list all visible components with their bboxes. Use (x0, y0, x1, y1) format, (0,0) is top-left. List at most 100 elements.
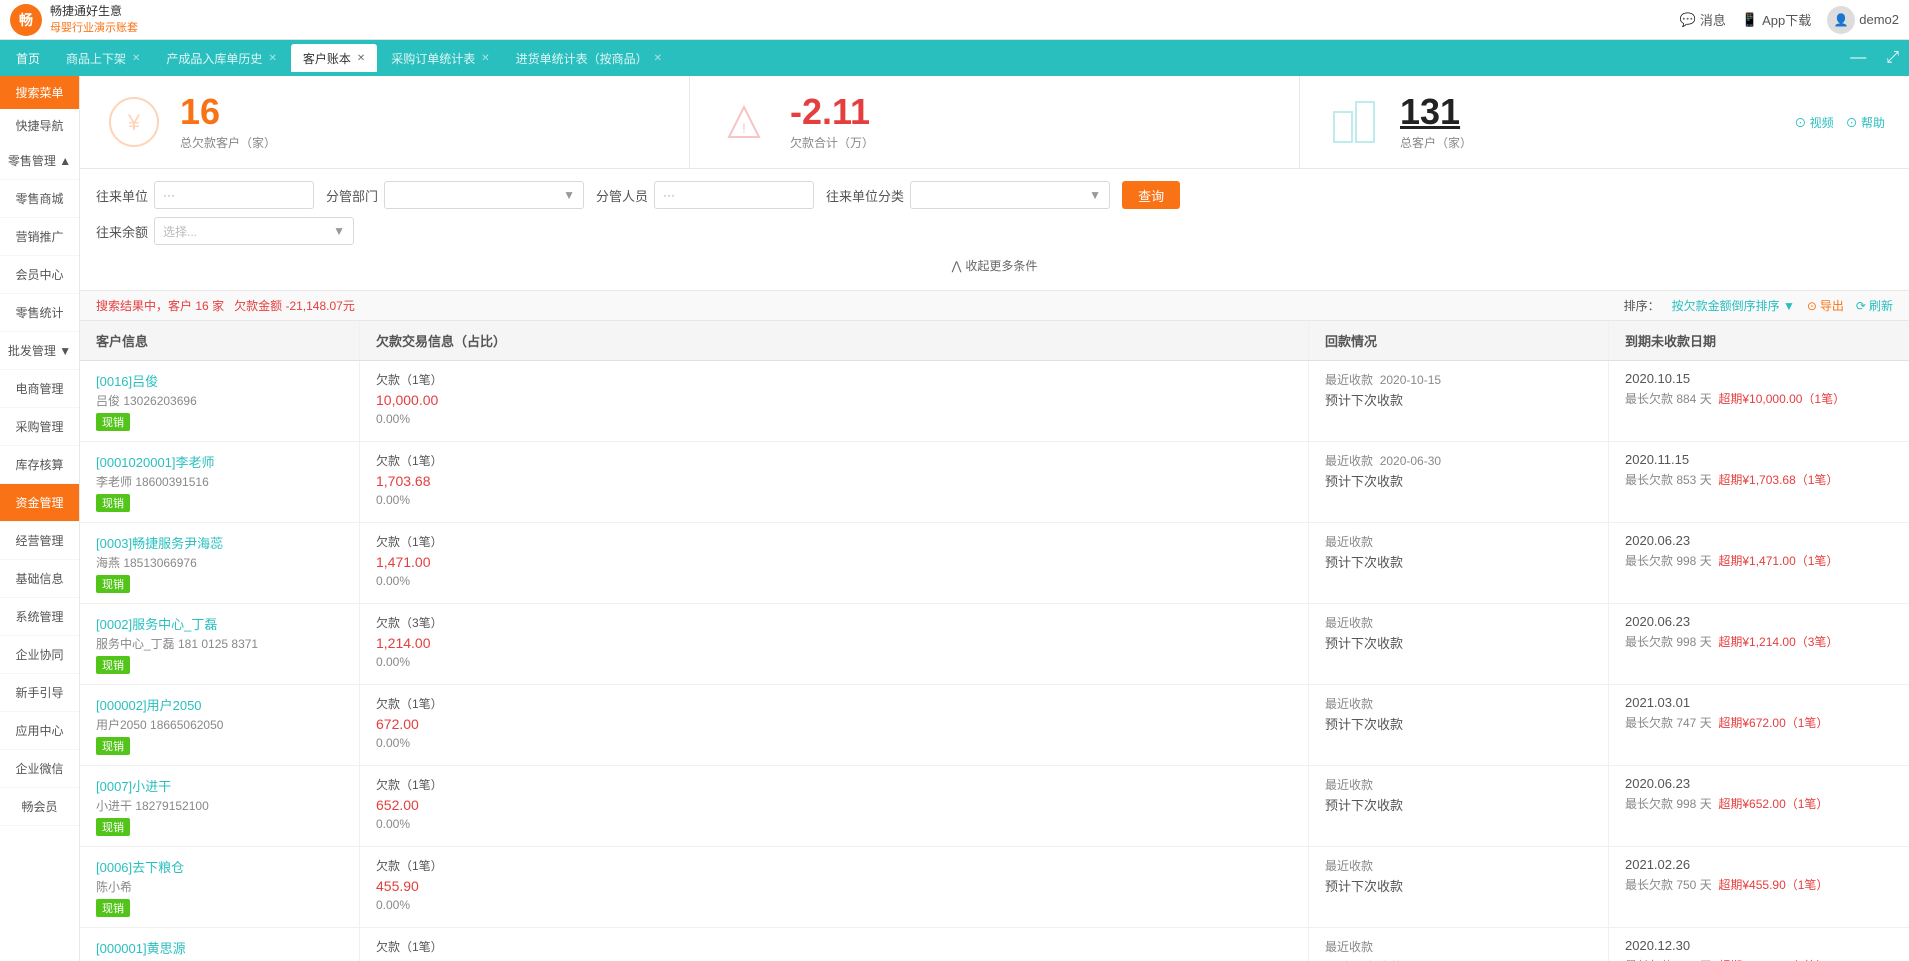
sort-select[interactable]: 按欠款金额倒序排序 ▼ (1672, 297, 1795, 314)
avatar: 👤 (1827, 6, 1855, 34)
overdue-link-6[interactable]: 超期¥455.90（1笔） (1718, 878, 1828, 892)
table-row: [0007]小进干 小进干 18279152100 现销 欠款（1笔） 652.… (80, 766, 1909, 847)
tab-products-close[interactable]: ✕ (132, 53, 140, 64)
customer-name-2[interactable]: [0003]畅捷服务尹海蕊 (96, 533, 343, 552)
app-center-label: 应用中心 (15, 724, 63, 738)
message-btn[interactable]: 💬 消息 (1680, 10, 1726, 29)
total-customers-num: 131 (1400, 94, 1472, 130)
customer-name-6[interactable]: [0006]去下粮仓 (96, 857, 343, 876)
app-download-btn[interactable]: 📱 App下载 (1742, 10, 1811, 29)
sidebar-fast-nav[interactable]: 快捷导航 (0, 109, 79, 142)
filter-manager-input[interactable]: ··· (654, 181, 814, 209)
sidebar-item-corp-wechat[interactable]: 企业微信 (0, 750, 79, 788)
marketing-label: 营销推广 (15, 230, 63, 244)
overdue-link-2[interactable]: 超期¥1,471.00（1笔） (1718, 554, 1838, 568)
table-row: [0016]吕俊 吕俊 13026203696 现销 欠款（1笔） 10,000… (80, 361, 1909, 442)
tab-purchase-close[interactable]: ✕ (481, 53, 489, 64)
tab-instock-close[interactable]: ✕ (654, 53, 662, 64)
tab-purchase-order[interactable]: 采购订单统计表 ✕ (379, 44, 501, 72)
sidebar-item-marketing[interactable]: 营销推广 (0, 218, 79, 256)
collection-info-2: 最近收款 (1325, 533, 1592, 550)
collapse-btn[interactable]: ⋀ 收起更多条件 (96, 253, 1893, 278)
summary-card-customers: ¥ 16 总欠款客户（家） (80, 76, 690, 168)
debt-label-7: 欠款（1笔） (376, 938, 1292, 955)
debt-amount-1[interactable]: 1,703.68 (376, 473, 1292, 489)
customer-sub-0: 吕俊 13026203696 (96, 392, 343, 409)
customer-name-5[interactable]: [0007]小进干 (96, 776, 343, 795)
filter-balance-select[interactable]: 选择... ▼ (154, 217, 354, 245)
user-menu[interactable]: 👤 demo2 (1827, 6, 1899, 34)
tab-instock-stat[interactable]: 进货单统计表（按商品） ✕ (504, 44, 674, 72)
refresh-button[interactable]: ⟳ 刷新 (1856, 297, 1893, 314)
cell-due-2: 2020.06.23 最长欠款 998 天 超期¥1,471.00（1笔） (1609, 523, 1909, 603)
overdue-link-3[interactable]: 超期¥1,214.00（3笔） (1718, 635, 1838, 649)
cell-customer-6: [0006]去下粮仓 陈小希 现销 (80, 847, 360, 927)
sidebar-item-retail-mgmt[interactable]: 零售管理 ▲ (0, 142, 79, 180)
customer-badge-2: 现销 (96, 575, 130, 593)
tab-products[interactable]: 商品上下架 ✕ (54, 44, 152, 72)
sidebar-item-enterprise[interactable]: 企业协同 (0, 636, 79, 674)
username-label: demo2 (1859, 12, 1899, 27)
filter-manager-label: 分管人员 (596, 186, 648, 205)
sidebar-item-basic-info[interactable]: 基础信息 (0, 560, 79, 598)
overdue-link-0[interactable]: 超期¥10,000.00（1笔） (1718, 392, 1845, 406)
cell-customer-3: [0002]服务中心_丁磊 服务中心_丁磊 181 0125 8371 现销 (80, 604, 360, 684)
next-collection-3: 预计下次收款 (1325, 633, 1592, 652)
sidebar-item-sys-mgmt[interactable]: 系统管理 (0, 598, 79, 636)
due-date-5: 2020.06.23 (1625, 776, 1893, 791)
overdue-link-1[interactable]: 超期¥1,703.68（1笔） (1718, 473, 1838, 487)
sidebar-item-inventory[interactable]: 库存核算 (0, 446, 79, 484)
table-container: 客户信息 欠款交易信息（占比） 回款情况 到期未收款日期 [0016]吕俊 吕俊… (80, 321, 1909, 961)
filter-unit-input[interactable]: ··· (154, 181, 314, 209)
sidebar-item-ecommerce[interactable]: 电商管理 (0, 370, 79, 408)
refresh-label: 刷新 (1869, 297, 1893, 314)
sidebar-item-member[interactable]: 会员中心 (0, 256, 79, 294)
debt-amount-0[interactable]: 10,000.00 (376, 392, 1292, 408)
overdue-link-5[interactable]: 超期¥652.00（1笔） (1718, 797, 1828, 811)
customer-badge-6: 现销 (96, 899, 130, 917)
export-button[interactable]: ⊙ 导出 (1807, 297, 1844, 314)
customer-name-1[interactable]: [0001020001]李老师 (96, 452, 343, 471)
filter-row-1: 往来单位 ··· 分管部门 ▼ 分管人员 ··· (96, 181, 1893, 209)
sidebar-search[interactable]: 搜索菜单 (0, 76, 79, 109)
sidebar-item-vip-member[interactable]: 畅会员 (0, 788, 79, 826)
tab-home[interactable]: 首页 (4, 44, 52, 72)
debt-amount-4[interactable]: 672.00 (376, 716, 1292, 732)
sidebar: 搜索菜单 快捷导航 零售管理 ▲ 零售商城 营销推广 会员中心 零售统计 批发管… (0, 76, 80, 961)
customer-name-4[interactable]: [000002]用户2050 (96, 695, 343, 714)
sidebar-item-retail-store[interactable]: 零售商城 (0, 180, 79, 218)
app-download-label: App下载 (1762, 10, 1811, 29)
video-btn[interactable]: ⊙ 视频 (1794, 114, 1833, 131)
debt-amount-2[interactable]: 1,471.00 (376, 554, 1292, 570)
filter-manager-dots: ··· (663, 188, 675, 202)
tab-minimize-btn[interactable]: — (1844, 47, 1872, 69)
filter-category-select[interactable]: ▼ (910, 181, 1110, 209)
sidebar-item-new-guide[interactable]: 新手引导 (0, 674, 79, 712)
sidebar-item-biz-mgmt[interactable]: 经营管理 (0, 522, 79, 560)
sidebar-item-finance[interactable]: 资金管理 (0, 484, 79, 522)
sidebar-item-batch-mgmt[interactable]: 批发管理 ▼ (0, 332, 79, 370)
customer-name-7[interactable]: [000001]黄思源 (96, 938, 343, 957)
help-btn[interactable]: ⊙ 帮助 (1846, 114, 1885, 131)
debt-amount-3[interactable]: 1,214.00 (376, 635, 1292, 651)
sidebar-item-retail-stat[interactable]: 零售统计 (0, 294, 79, 332)
tab-production-close[interactable]: ✕ (268, 53, 276, 64)
customer-name-0[interactable]: [0016]吕俊 (96, 371, 343, 390)
debt-amount-6[interactable]: 455.90 (376, 878, 1292, 894)
total-customers-label: 总客户（家） (1400, 134, 1472, 151)
next-collection-2: 预计下次收款 (1325, 552, 1592, 571)
customer-name-3[interactable]: [0002]服务中心_丁磊 (96, 614, 343, 633)
tab-production[interactable]: 产成品入库单历史 ✕ (154, 44, 288, 72)
sidebar-item-purchase[interactable]: 采购管理 (0, 408, 79, 446)
sidebar-item-app-center[interactable]: 应用中心 (0, 712, 79, 750)
debt-icon: ! (714, 92, 774, 152)
tab-customer-account[interactable]: 客户账本 ✕ (291, 44, 377, 72)
overdue-info-5: 最长欠款 998 天 超期¥652.00（1笔） (1625, 795, 1893, 812)
tab-customer-close[interactable]: ✕ (357, 53, 365, 64)
filter-dept-select[interactable]: ▼ (384, 181, 584, 209)
debt-amount-5[interactable]: 652.00 (376, 797, 1292, 813)
overdue-link-4[interactable]: 超期¥672.00（1笔） (1718, 716, 1828, 730)
tab-maximize-btn[interactable]: ⤢ (1880, 47, 1905, 69)
tab-customer-label: 客户账本 (303, 50, 351, 67)
query-button[interactable]: 查询 (1122, 181, 1180, 209)
